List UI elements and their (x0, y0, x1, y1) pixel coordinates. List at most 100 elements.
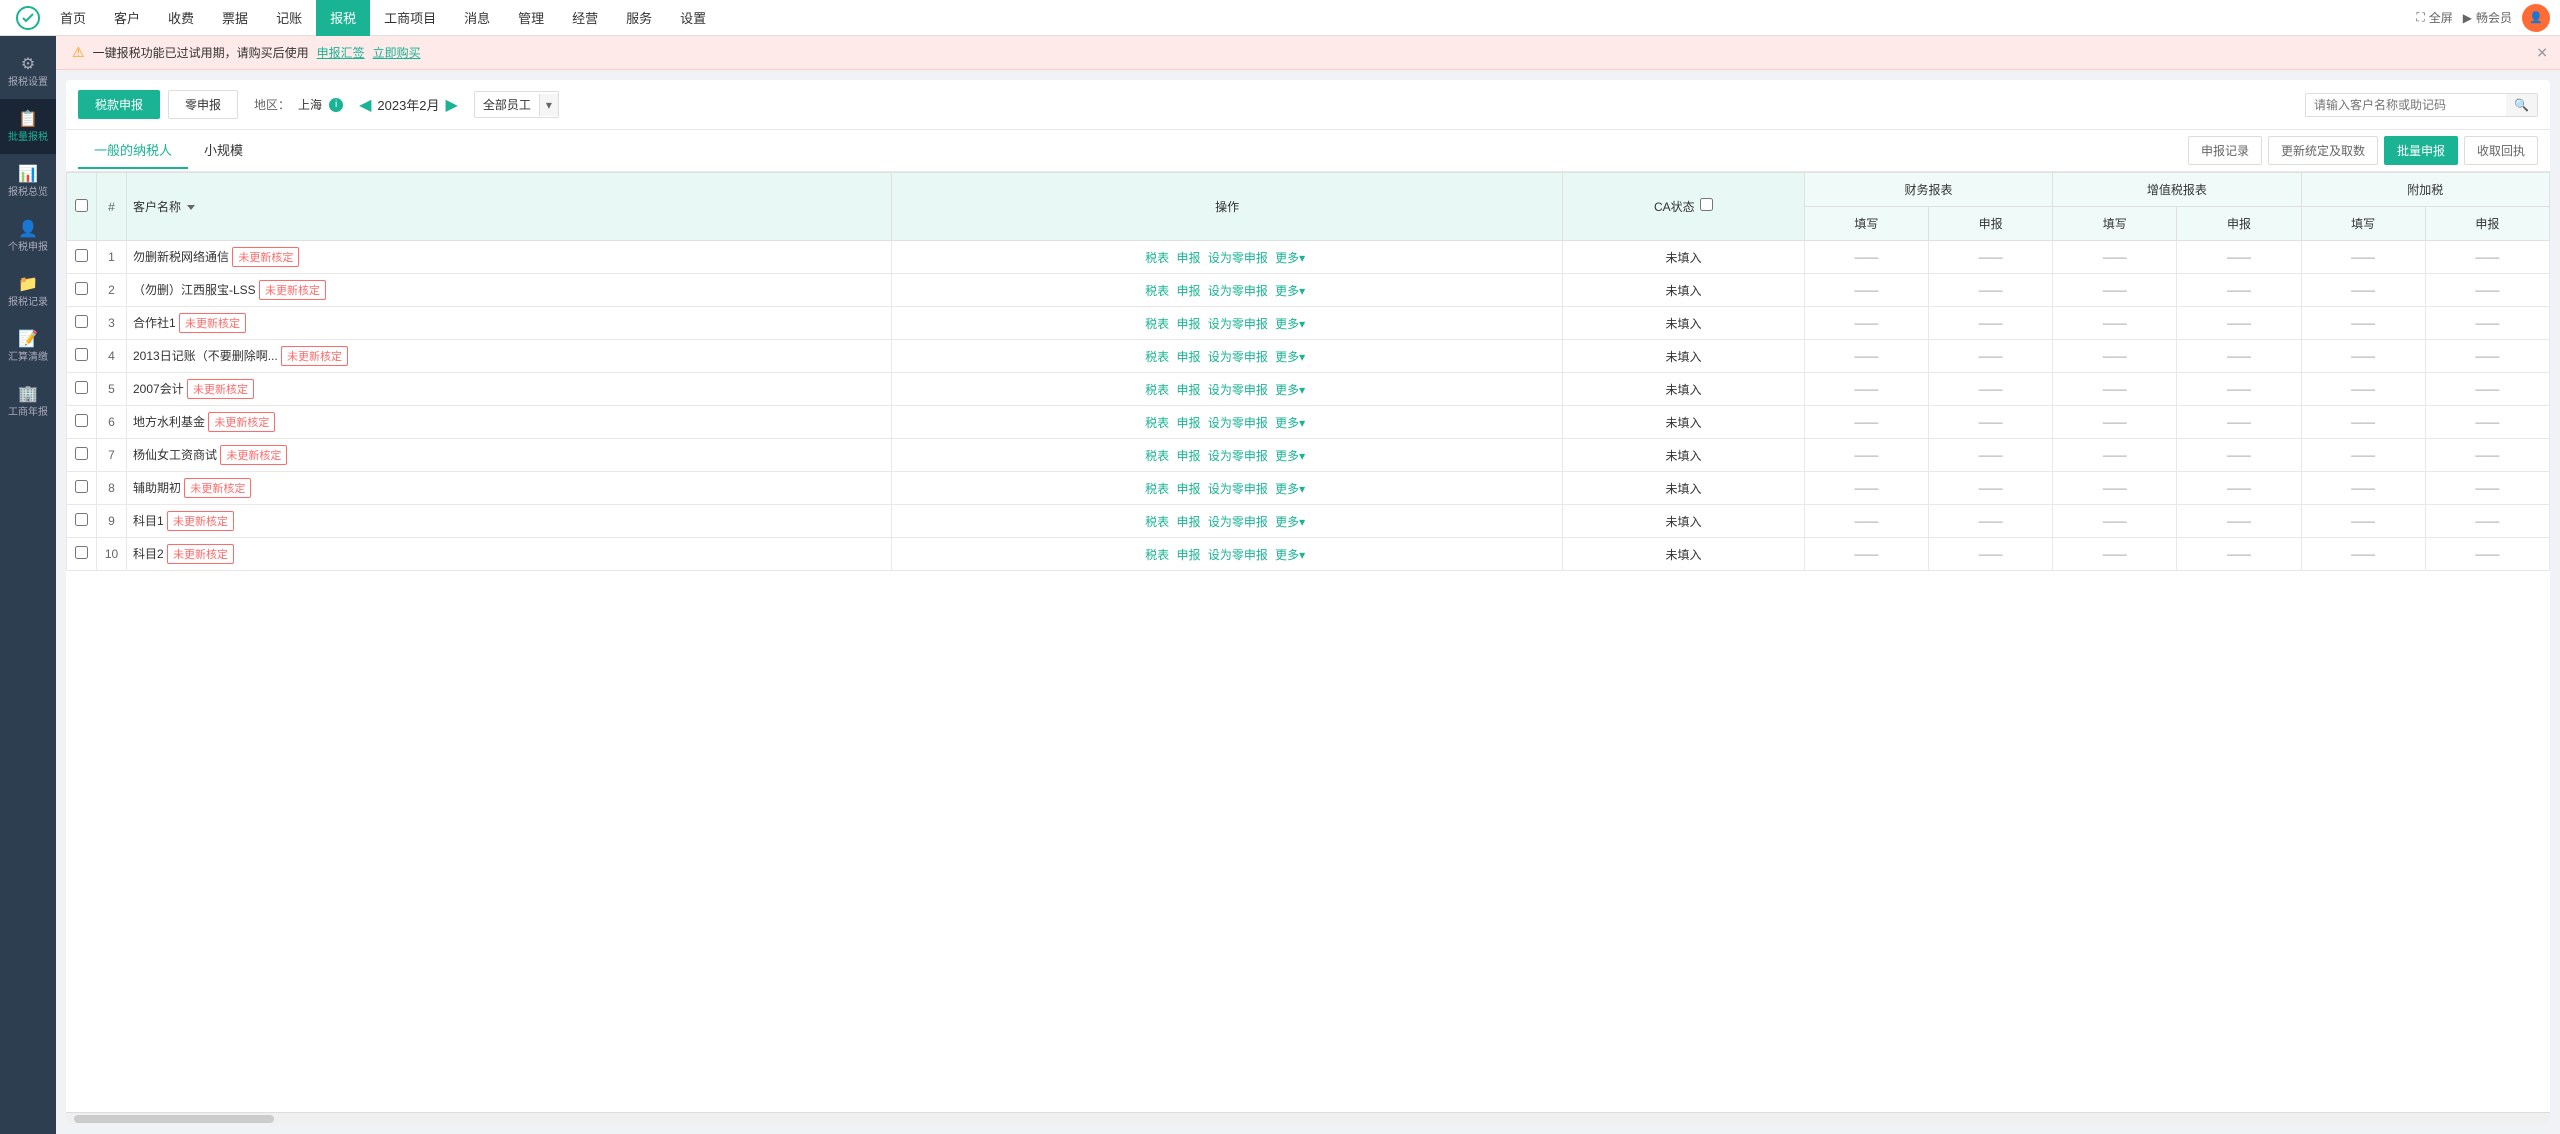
row-ca-3: 未填入 (1563, 340, 1805, 373)
region-info-icon[interactable]: i (329, 98, 343, 112)
action-zero-declare-1[interactable]: 设为零申报 (1208, 284, 1268, 298)
action-declare-9[interactable]: 申报 (1176, 548, 1200, 562)
nav-tax[interactable]: 报税 (316, 0, 370, 36)
action-zero-declare-5[interactable]: 设为零申报 (1208, 416, 1268, 430)
sidebar-item-tax-settings[interactable]: ⚙ 报税设置 (0, 44, 56, 99)
action-declare-2[interactable]: 申报 (1176, 317, 1200, 331)
action-more-3[interactable]: 更多▾ (1275, 350, 1305, 364)
row-checkbox-8[interactable] (75, 513, 88, 526)
staff-selector[interactable]: 全部员工 ▾ (474, 91, 559, 118)
row-tax-declare-8: —— (2177, 505, 2301, 538)
staff-dropdown-arrow[interactable]: ▾ (539, 94, 558, 116)
row-checkbox-7[interactable] (75, 480, 88, 493)
action-declare-5[interactable]: 申报 (1176, 416, 1200, 430)
search-input[interactable] (2306, 94, 2506, 116)
scrollbar-thumb[interactable] (74, 1115, 274, 1123)
nav-home[interactable]: 首页 (46, 0, 100, 36)
sidebar-item-personal-tax[interactable]: 👤 个税申报 (0, 209, 56, 264)
action-zero-declare-6[interactable]: 设为零申报 (1208, 449, 1268, 463)
row-checkbox-5[interactable] (75, 414, 88, 427)
action-declare-4[interactable]: 申报 (1176, 383, 1200, 397)
action-tax-form-2[interactable]: 税表 (1145, 317, 1169, 331)
row-checkbox-0[interactable] (75, 249, 88, 262)
action-tax-form-8[interactable]: 税表 (1145, 515, 1169, 529)
action-declare-0[interactable]: 申报 (1176, 251, 1200, 265)
action-more-1[interactable]: 更多▾ (1275, 284, 1305, 298)
date-next-button[interactable]: ▶ (446, 95, 458, 115)
declare-records-button[interactable]: 申报记录 (2188, 136, 2262, 165)
action-more-7[interactable]: 更多▾ (1275, 482, 1305, 496)
action-zero-declare-7[interactable]: 设为零申报 (1208, 482, 1268, 496)
action-tax-form-3[interactable]: 税表 (1145, 350, 1169, 364)
action-tax-form-1[interactable]: 税表 (1145, 284, 1169, 298)
user-avatar[interactable]: 👤 (2522, 4, 2550, 32)
batch-declare-button[interactable]: 批量申报 (2384, 136, 2458, 165)
row-tax-declare-9: —— (2177, 538, 2301, 571)
tab-small-scale[interactable]: 小规模 (188, 132, 259, 169)
sidebar-item-tax-overview[interactable]: 📊 报税总览 (0, 154, 56, 209)
sidebar-item-tax-records[interactable]: 📁 报税记录 (0, 264, 56, 319)
region-label: 地区： (254, 96, 290, 113)
action-more-4[interactable]: 更多▾ (1275, 383, 1305, 397)
name-sort-icon[interactable] (187, 205, 195, 210)
nav-settings[interactable]: 设置 (666, 0, 720, 36)
nav-invoice[interactable]: 票据 (208, 0, 262, 36)
update-quota-button[interactable]: 更新统定及取数 (2268, 136, 2378, 165)
sidebar-item-settlement[interactable]: 📝 汇算清缴 (0, 319, 56, 374)
nav-service[interactable]: 服务 (612, 0, 666, 36)
action-zero-declare-9[interactable]: 设为零申报 (1208, 548, 1268, 562)
action-declare-8[interactable]: 申报 (1176, 515, 1200, 529)
action-declare-6[interactable]: 申报 (1176, 449, 1200, 463)
row-add-fill-1: —— (2301, 274, 2425, 307)
action-zero-declare-3[interactable]: 设为零申报 (1208, 350, 1268, 364)
nav-billing[interactable]: 收费 (154, 0, 208, 36)
nav-operation[interactable]: 经营 (558, 0, 612, 36)
sidebar-item-batch-tax[interactable]: 📋 批量报税 (0, 99, 56, 154)
action-declare-7[interactable]: 申报 (1176, 482, 1200, 496)
action-more-5[interactable]: 更多▾ (1275, 416, 1305, 430)
action-more-0[interactable]: 更多▾ (1275, 251, 1305, 265)
nav-customer[interactable]: 客户 (100, 0, 154, 36)
collect-receipt-button[interactable]: 收取回执 (2464, 136, 2538, 165)
action-tax-form-7[interactable]: 税表 (1145, 482, 1169, 496)
banner-link-buy[interactable]: 立即购买 (373, 44, 421, 61)
row-checkbox-3[interactable] (75, 348, 88, 361)
action-zero-declare-4[interactable]: 设为零申报 (1208, 383, 1268, 397)
banner-close-button[interactable]: ✕ (2536, 44, 2548, 61)
action-declare-1[interactable]: 申报 (1176, 284, 1200, 298)
select-all-checkbox[interactable] (75, 199, 88, 212)
action-zero-declare-2[interactable]: 设为零申报 (1208, 317, 1268, 331)
row-checkbox-1[interactable] (75, 282, 88, 295)
action-zero-declare-8[interactable]: 设为零申报 (1208, 515, 1268, 529)
tab-tax-declaration[interactable]: 税款申报 (78, 90, 160, 119)
row-checkbox-4[interactable] (75, 381, 88, 394)
action-more-8[interactable]: 更多▾ (1275, 515, 1305, 529)
action-more-9[interactable]: 更多▾ (1275, 548, 1305, 562)
nav-manage[interactable]: 管理 (504, 0, 558, 36)
nav-accounting[interactable]: 记账 (262, 0, 316, 36)
nav-message[interactable]: 消息 (450, 0, 504, 36)
action-tax-form-5[interactable]: 税表 (1145, 416, 1169, 430)
action-tax-form-4[interactable]: 税表 (1145, 383, 1169, 397)
fullscreen-button[interactable]: ⛶ 全屏 (2416, 9, 2452, 26)
date-prev-button[interactable]: ◀ (359, 95, 371, 115)
row-checkbox-2[interactable] (75, 315, 88, 328)
action-tax-form-6[interactable]: 税表 (1145, 449, 1169, 463)
sidebar-item-annual-report[interactable]: 🏢 工商年报 (0, 374, 56, 429)
horizontal-scrollbar[interactable] (66, 1112, 2550, 1124)
tab-zero-declaration[interactable]: 零申报 (168, 90, 238, 119)
action-tax-form-9[interactable]: 税表 (1145, 548, 1169, 562)
ca-status-checkbox[interactable] (1700, 198, 1713, 211)
search-icon[interactable]: 🔍 (2506, 94, 2537, 116)
row-checkbox-6[interactable] (75, 447, 88, 460)
action-declare-3[interactable]: 申报 (1176, 350, 1200, 364)
banner-link-report[interactable]: 申报汇签 (317, 44, 365, 61)
tab-general-taxpayer[interactable]: 一般的纳税人 (78, 132, 188, 169)
action-zero-declare-0[interactable]: 设为零申报 (1208, 251, 1268, 265)
action-more-6[interactable]: 更多▾ (1275, 449, 1305, 463)
action-tax-form-0[interactable]: 税表 (1145, 251, 1169, 265)
member-button[interactable]: ▶ 畅会员 (2463, 9, 2512, 26)
action-more-2[interactable]: 更多▾ (1275, 317, 1305, 331)
nav-biz[interactable]: 工商项目 (370, 0, 450, 36)
row-checkbox-9[interactable] (75, 546, 88, 559)
